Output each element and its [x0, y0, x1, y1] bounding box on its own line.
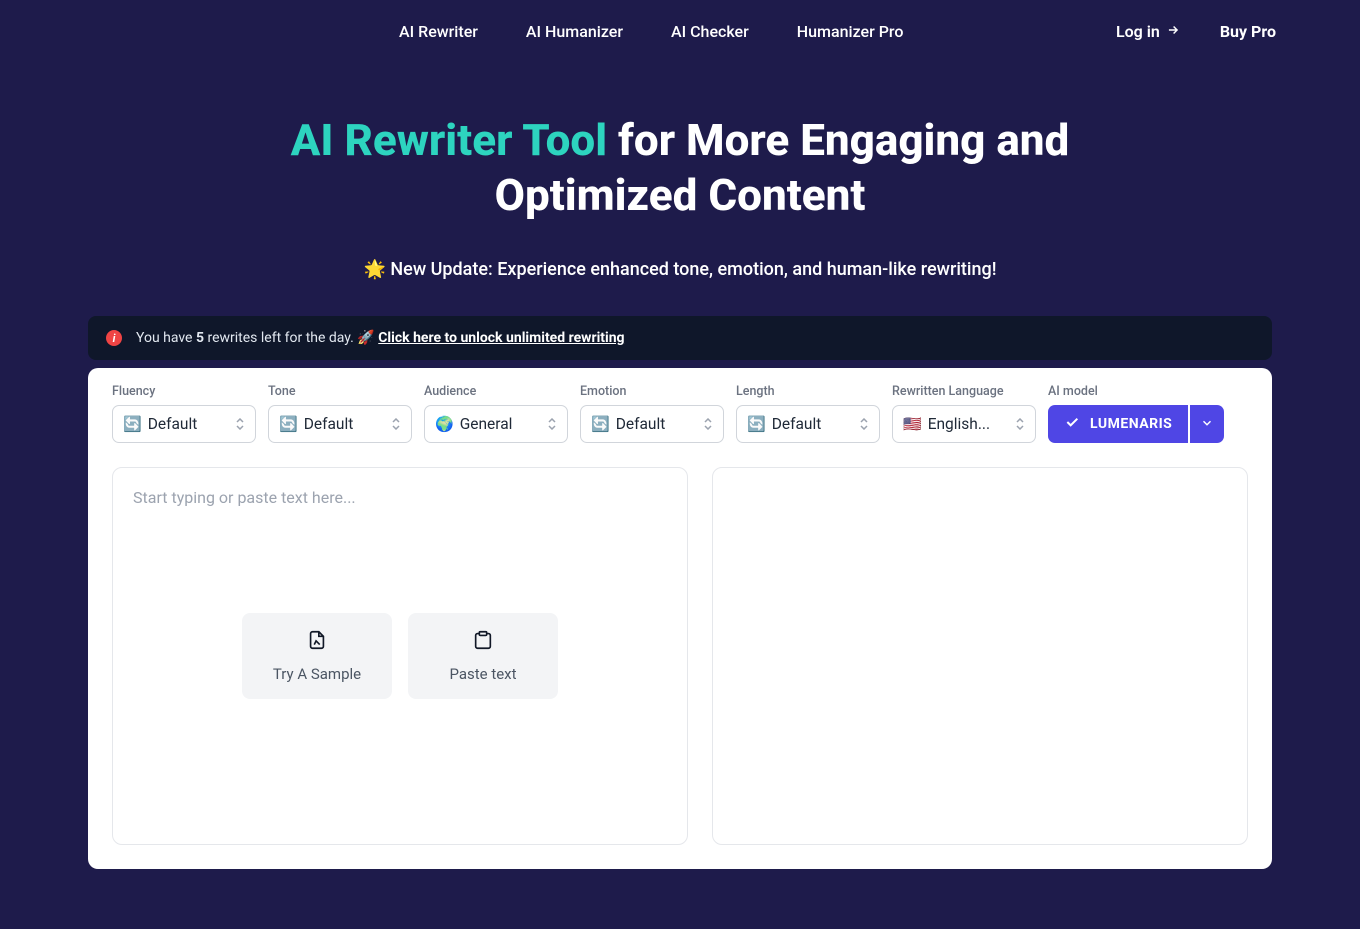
- clipboard-icon: [472, 629, 494, 655]
- model-label: AI model: [1048, 384, 1224, 399]
- length-label: Length: [736, 384, 880, 399]
- chevron-updown-icon: [389, 417, 403, 431]
- login-link[interactable]: Log in: [1116, 22, 1180, 41]
- language-value: English...: [928, 415, 990, 433]
- arrow-right-icon: [1166, 22, 1180, 41]
- nav-link-rewriter[interactable]: AI Rewriter: [399, 22, 478, 41]
- input-placeholder: Start typing or paste text here...: [133, 488, 667, 507]
- reload-icon: 🔄: [591, 415, 610, 433]
- model-value: LUMENARIS: [1090, 416, 1172, 432]
- usage-alert: i You have 5 rewrites left for the day. …: [88, 316, 1272, 360]
- flag-us-icon: 🇺🇸: [903, 415, 922, 433]
- page-title: AI Rewriter Tool for More Engaging and O…: [230, 113, 1130, 223]
- audience-select[interactable]: 🌍 General: [424, 405, 568, 443]
- editor-panels: Start typing or paste text here... Try A…: [112, 467, 1248, 845]
- try-sample-label: Try A Sample: [273, 665, 361, 683]
- reload-icon: 🔄: [279, 415, 298, 433]
- nav-link-humanizer[interactable]: AI Humanizer: [526, 22, 623, 41]
- tone-select[interactable]: 🔄 Default: [268, 405, 412, 443]
- document-icon: [306, 629, 328, 655]
- reload-icon: 🔄: [123, 415, 142, 433]
- paste-text-label: Paste text: [449, 665, 516, 683]
- check-icon: [1064, 414, 1080, 434]
- paste-text-button[interactable]: Paste text: [408, 613, 558, 699]
- top-nav: AI Rewriter AI Humanizer AI Checker Huma…: [0, 0, 1360, 63]
- alert-text: You have 5 rewrites left for the day. 🚀 …: [136, 330, 625, 346]
- fluency-value: Default: [148, 415, 198, 433]
- fluency-label: Fluency: [112, 384, 256, 399]
- alert-count: 5: [196, 330, 204, 346]
- chevron-updown-icon: [233, 417, 247, 431]
- tone-value: Default: [304, 415, 354, 433]
- reload-icon: 🔄: [747, 415, 766, 433]
- language-select[interactable]: 🇺🇸 English...: [892, 405, 1036, 443]
- nav-links: AI Rewriter AI Humanizer AI Checker Huma…: [399, 22, 903, 41]
- hero-subhead: 🌟 New Update: Experience enhanced tone, …: [0, 259, 1360, 280]
- hero-headline: AI Rewriter Tool for More Engaging and O…: [0, 113, 1360, 223]
- chevron-updown-icon: [1013, 417, 1027, 431]
- nav-link-checker[interactable]: AI Checker: [671, 22, 749, 41]
- emotion-value: Default: [616, 415, 666, 433]
- alert-prefix: You have: [136, 330, 196, 346]
- unlock-link[interactable]: Click here to unlock unlimited rewriting: [378, 330, 624, 346]
- length-select[interactable]: 🔄 Default: [736, 405, 880, 443]
- length-value: Default: [772, 415, 822, 433]
- ai-model-button[interactable]: LUMENARIS: [1048, 405, 1188, 443]
- nav-link-humanizer-pro[interactable]: Humanizer Pro: [797, 22, 904, 41]
- emotion-select[interactable]: 🔄 Default: [580, 405, 724, 443]
- options-toolbar: Fluency 🔄 Default Tone 🔄 Default: [88, 368, 1272, 467]
- alert-mid: rewrites left for the day. 🚀: [204, 330, 378, 346]
- emotion-label: Emotion: [580, 384, 724, 399]
- try-sample-button[interactable]: Try A Sample: [242, 613, 392, 699]
- chevron-updown-icon: [701, 417, 715, 431]
- buy-pro-link[interactable]: Buy Pro: [1220, 22, 1276, 41]
- input-panel[interactable]: Start typing or paste text here... Try A…: [112, 467, 688, 845]
- fluency-select[interactable]: 🔄 Default: [112, 405, 256, 443]
- chevron-down-icon: [1200, 415, 1214, 434]
- tone-label: Tone: [268, 384, 412, 399]
- info-icon: i: [106, 330, 122, 346]
- audience-value: General: [460, 415, 513, 433]
- ai-model-dropdown[interactable]: [1190, 405, 1224, 443]
- audience-label: Audience: [424, 384, 568, 399]
- login-label: Log in: [1116, 22, 1160, 41]
- output-panel: [712, 467, 1248, 845]
- title-accent: AI Rewriter Tool: [291, 114, 607, 166]
- chevron-updown-icon: [545, 417, 559, 431]
- chevron-updown-icon: [857, 417, 871, 431]
- globe-icon: 🌍: [435, 415, 454, 433]
- language-label: Rewritten Language: [892, 384, 1036, 399]
- quick-actions: Try A Sample Paste text: [242, 613, 558, 699]
